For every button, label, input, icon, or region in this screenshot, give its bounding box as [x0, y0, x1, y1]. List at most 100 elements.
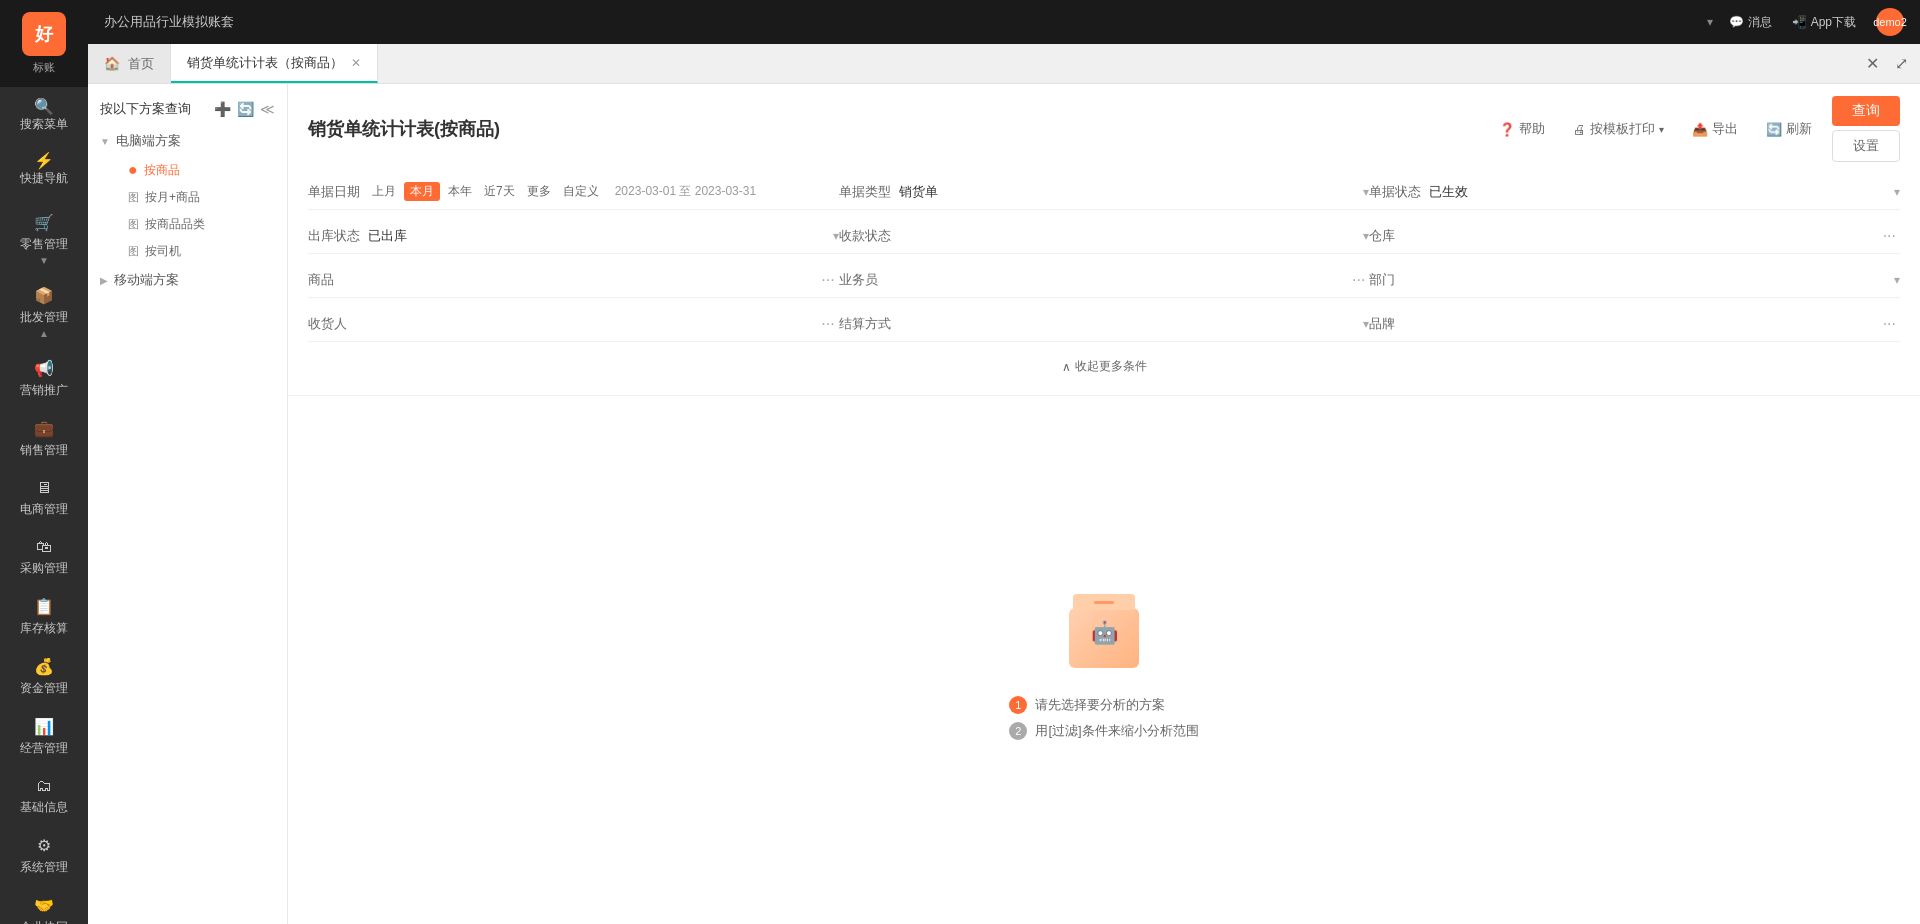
- tree-item-by-month-product[interactable]: 图 按月+商品: [104, 184, 287, 211]
- help-label: 帮助: [1519, 120, 1545, 138]
- filter-doc-type: 单据类型 销货单 ▾: [839, 174, 1370, 210]
- date-tab-7days[interactable]: 近7天: [480, 182, 519, 201]
- page-title: 销货单统计计表(按商品): [308, 117, 500, 141]
- ecom-icon: 🖥: [36, 479, 52, 497]
- tab-sales-stat[interactable]: 销货单统计计表（按商品） ✕: [171, 44, 378, 83]
- out-status-label: 出库状态: [308, 227, 368, 245]
- tree-item-by-category[interactable]: 图 按商品品类: [104, 211, 287, 238]
- sidebar-item-system[interactable]: ⚙ 系统管理: [0, 826, 88, 886]
- page-title-bar: 销货单统计计表(按商品) ❓ 帮助 🖨 按模板打印 ▾ 📤 导出: [288, 84, 1920, 162]
- department-arrow[interactable]: ▾: [1894, 273, 1900, 287]
- filter-department: 部门 ▾: [1369, 262, 1900, 298]
- date-tab-last-month[interactable]: 上月: [368, 182, 400, 201]
- tree-group-mobile[interactable]: ▶ 移动端方案: [88, 265, 287, 295]
- finance-icon: 💰: [34, 657, 54, 676]
- tabbar-close-btn[interactable]: ✕: [1862, 50, 1883, 77]
- product-dots[interactable]: ···: [817, 271, 838, 289]
- filter-row-1: 单据日期 上月 本月 本年 近7天 更多 自定义 2023-03-01 至 20…: [308, 174, 1900, 210]
- refresh-btn[interactable]: 🔄 刷新: [1758, 116, 1820, 142]
- sidebar-item-basic[interactable]: 🗂 基础信息: [0, 767, 88, 826]
- warehouse-dots[interactable]: ···: [1879, 227, 1900, 245]
- print-dropdown-icon[interactable]: ▾: [1659, 124, 1664, 135]
- tree-group-mobile-label: 移动端方案: [114, 271, 179, 289]
- sidebar-item-enterprise[interactable]: 🤝 企业协同: [0, 886, 88, 924]
- sidebar-item-sales[interactable]: 💼 销售管理: [0, 409, 88, 469]
- tree-sub-pc: ● 按商品 图 按月+商品 图 按商品品类 图 按司机: [88, 156, 287, 265]
- tab-close-btn[interactable]: ✕: [351, 56, 361, 70]
- tree-item-by-product[interactable]: ● 按商品: [104, 156, 287, 184]
- payment-method-label: 结算方式: [839, 315, 899, 333]
- date-tab-custom[interactable]: 自定义: [559, 182, 603, 201]
- tab-home[interactable]: 🏠 首页: [88, 44, 171, 83]
- empty-illustration: 🤖: [1054, 580, 1154, 680]
- sidebar-logo[interactable]: 好 标账: [0, 0, 88, 87]
- sidebar: 好 标账 🔍 搜索菜单 ⚡ 快捷导航 🛒 零售管理 ▼ 📦 批发管理 ▲ 📢 营…: [0, 0, 88, 924]
- sidebar-item-purchase[interactable]: 🛍 采购管理: [0, 528, 88, 587]
- payment-method-value: ▾: [899, 317, 1370, 331]
- purchase-icon: 🛍: [36, 538, 52, 556]
- left-panel-actions: ➕ 🔄 ≪: [214, 101, 275, 117]
- export-btn[interactable]: 📤 导出: [1684, 116, 1746, 142]
- topbar-message[interactable]: 💬 消息: [1729, 14, 1772, 31]
- tabbar-maximize-btn[interactable]: ⤢: [1891, 50, 1912, 77]
- date-label: 单据日期: [308, 183, 368, 201]
- month-product-icon: 图: [128, 190, 139, 205]
- enterprise-icon: 🤝: [34, 896, 54, 915]
- left-panel-header: 按以下方案查询 ➕ 🔄 ≪: [88, 92, 287, 126]
- filter-salesperson: 业务员 ···: [839, 262, 1370, 298]
- date-tab-more[interactable]: 更多: [523, 182, 555, 201]
- empty-steps: 1 请先选择要分析的方案 2 用[过滤]条件来缩小分析范围: [1009, 696, 1198, 740]
- salesperson-dots[interactable]: ···: [1348, 271, 1369, 289]
- marketing-icon: 📢: [34, 359, 54, 378]
- collapse-panel-btn[interactable]: ≪: [260, 101, 275, 117]
- doc-status-text: 已生效: [1429, 183, 1468, 201]
- sidebar-item-retail[interactable]: 🛒 零售管理 ▼: [0, 203, 88, 276]
- step-1-text: 请先选择要分析的方案: [1035, 696, 1165, 714]
- step-2-num: 2: [1009, 722, 1027, 740]
- salesperson-label: 业务员: [839, 271, 899, 289]
- add-scheme-btn[interactable]: ➕: [214, 101, 231, 117]
- print-btn[interactable]: 🖨 按模板打印 ▾: [1565, 116, 1672, 142]
- brand-label: 品牌: [1369, 315, 1429, 333]
- filter-area: 单据日期 上月 本月 本年 近7天 更多 自定义 2023-03-01 至 20…: [288, 162, 1920, 396]
- sidebar-quick-nav[interactable]: ⚡ 快捷导航: [0, 143, 88, 195]
- payment-status-value: ▾: [899, 229, 1370, 243]
- query-button[interactable]: 查询: [1832, 96, 1900, 126]
- date-tab-this-month[interactable]: 本月: [404, 182, 440, 201]
- by-driver-label: 按司机: [145, 243, 181, 260]
- collapse-label: 收起更多条件: [1075, 358, 1147, 375]
- refresh-label: 刷新: [1786, 120, 1812, 138]
- brand-dots[interactable]: ···: [1879, 315, 1900, 333]
- sidebar-item-inventory[interactable]: 📋 库存核算: [0, 587, 88, 647]
- by-month-product-label: 按月+商品: [145, 189, 200, 206]
- topbar-dropdown[interactable]: ▾: [1707, 15, 1713, 29]
- user-avatar[interactable]: demo2: [1876, 8, 1904, 36]
- date-value: 上月 本月 本年 近7天 更多 自定义 2023-03-01 至 2023-03…: [368, 182, 839, 201]
- sidebar-search[interactable]: 🔍 搜索菜单: [0, 87, 88, 143]
- refresh-scheme-btn[interactable]: 🔄: [237, 101, 254, 117]
- mobile-group-arrow: ▶: [100, 275, 108, 286]
- sidebar-item-wholesale[interactable]: 📦 批发管理 ▲: [0, 276, 88, 349]
- help-btn[interactable]: ❓ 帮助: [1491, 116, 1553, 142]
- filter-row-2: 出库状态 已出库 ▾ 收款状态 ▾: [308, 218, 1900, 254]
- tree-group-pc-label: 电脑端方案: [116, 132, 181, 150]
- collapse-bar[interactable]: ∧ 收起更多条件: [308, 350, 1900, 383]
- tabbar: 🏠 首页 销货单统计计表（按商品） ✕ ✕ ⤢: [88, 44, 1920, 84]
- date-tab-this-year[interactable]: 本年: [444, 182, 476, 201]
- receiver-dots[interactable]: ···: [817, 315, 838, 333]
- settings-button[interactable]: 设置: [1832, 130, 1900, 162]
- tree-item-by-driver[interactable]: 图 按司机: [104, 238, 287, 265]
- topbar: 办公用品行业模拟账套 ▾ 💬 消息 📲 App下载 demo2: [88, 0, 1920, 44]
- sidebar-item-finance[interactable]: 💰 资金管理: [0, 647, 88, 707]
- export-label: 导出: [1712, 120, 1738, 138]
- warehouse-label: 仓库: [1369, 227, 1429, 245]
- pc-group-arrow: ▼: [100, 136, 110, 147]
- tree-group-pc[interactable]: ▼ 电脑端方案: [88, 126, 287, 156]
- filter-row-3: 商品 ··· 业务员 ···: [308, 262, 1900, 298]
- sidebar-item-marketing[interactable]: 📢 营销推广: [0, 349, 88, 409]
- sidebar-item-ops[interactable]: 📊 经营管理: [0, 707, 88, 767]
- topbar-app-download[interactable]: 📲 App下载: [1792, 14, 1856, 31]
- doc-status-arrow[interactable]: ▾: [1894, 185, 1900, 199]
- filter-receiver: 收货人 ···: [308, 306, 839, 342]
- sidebar-item-ecom[interactable]: 🖥 电商管理: [0, 469, 88, 528]
